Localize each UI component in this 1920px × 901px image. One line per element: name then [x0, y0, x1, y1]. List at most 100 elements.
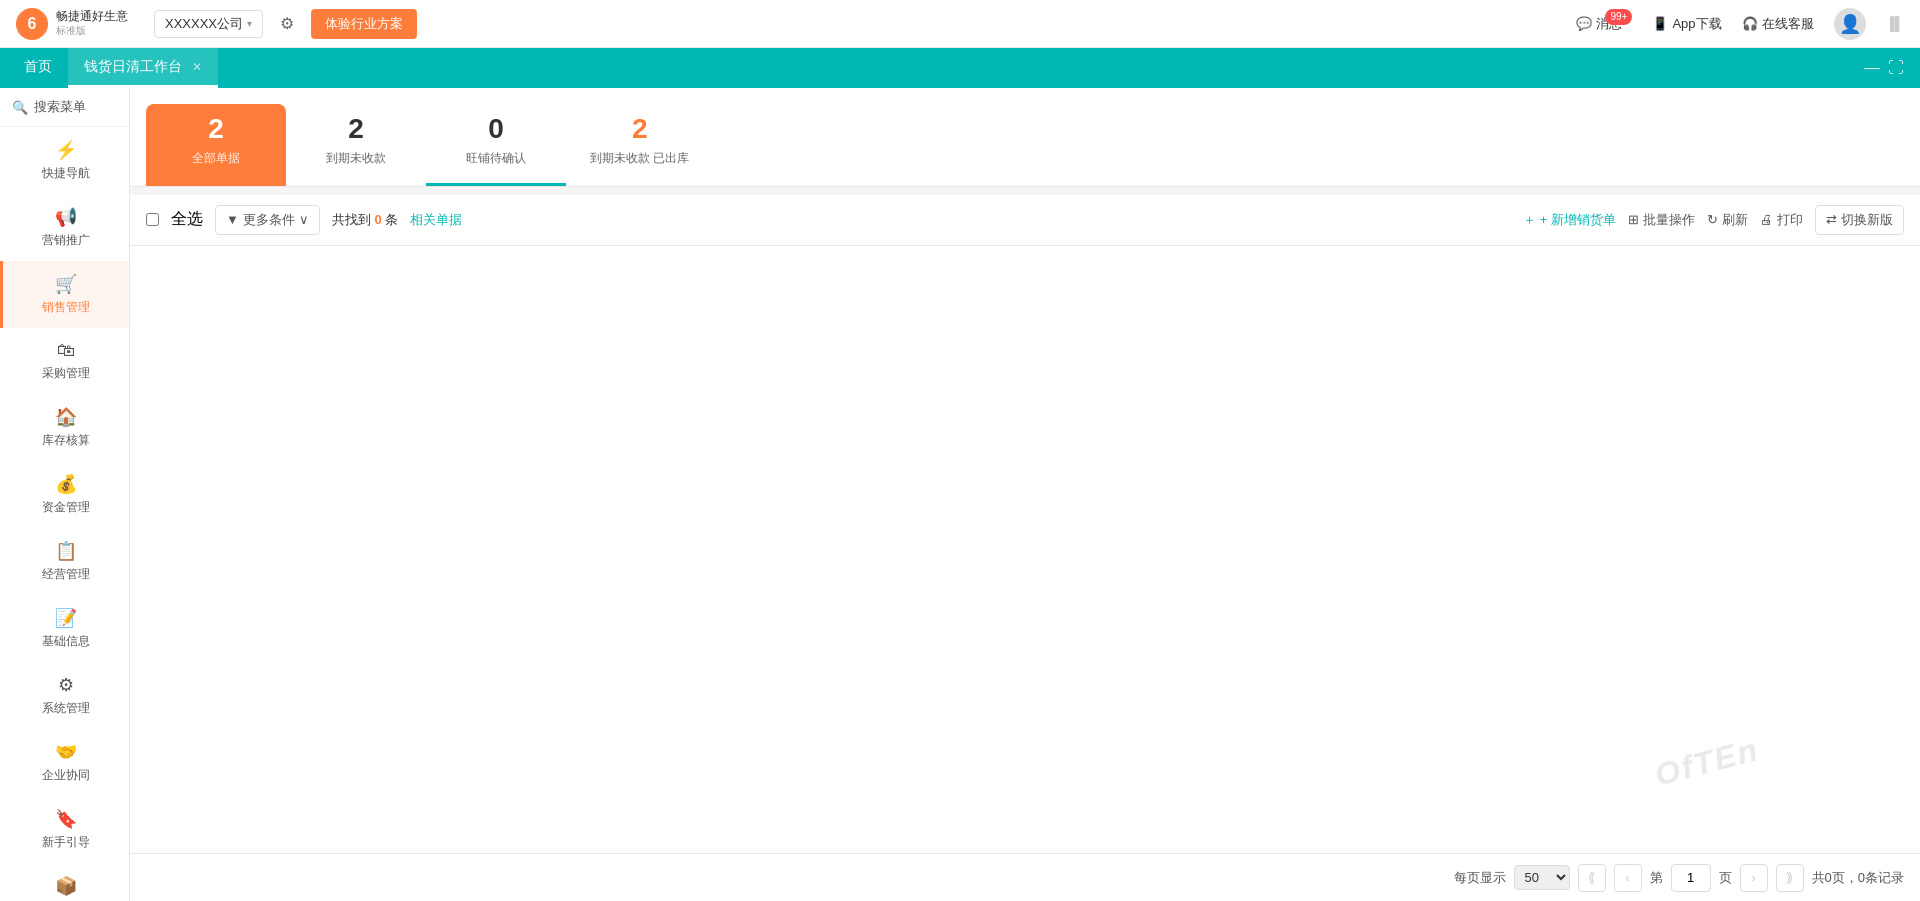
- sidebar-item-basic-info[interactable]: 📝 基础信息: [0, 595, 129, 662]
- trial-button[interactable]: 体验行业方案: [311, 9, 417, 39]
- found-count: 0: [375, 212, 382, 227]
- sidebar-item-purchase[interactable]: 🛍 采购管理: [0, 328, 129, 394]
- last-page-button[interactable]: ⟫: [1776, 864, 1804, 892]
- service-icon: 🎧: [1742, 16, 1758, 31]
- sidebar-item-operation[interactable]: 📋 经营管理: [0, 528, 129, 595]
- card-all[interactable]: 2 全部单据: [146, 104, 286, 186]
- sidebar-item-quick-nav[interactable]: ⚡ 快捷导航: [0, 127, 129, 194]
- per-page-select[interactable]: 50 100 200: [1514, 865, 1570, 890]
- card-overdue-label: 到期未收款: [310, 150, 402, 167]
- tab-home[interactable]: 首页: [8, 48, 68, 88]
- cooperation-icon: 🤝: [55, 741, 77, 763]
- print-button[interactable]: 🖨 打印: [1760, 211, 1803, 229]
- sidebar-item-system[interactable]: ⚙ 系统管理: [0, 662, 129, 729]
- batch-icon: ⊞: [1628, 212, 1639, 227]
- related-link[interactable]: 相关单据: [410, 211, 462, 229]
- card-overdue-shipped-label: 到期未收款 已出库: [590, 150, 689, 167]
- toolbar-right: ＋ + 新增销货单 ⊞ 批量操作 ↻ 刷新 🖨 打印 ⇄ 切换新版: [1523, 205, 1904, 235]
- main-layout: 🔍 搜索菜单 ⚡ 快捷导航 📢 营销推广 🛒 销售管理 🛍 采购管理 🏠 库存核…: [0, 88, 1920, 901]
- card-overdue-shipped-num: 2: [590, 112, 689, 146]
- tab-work[interactable]: 钱货日清工作台 ✕: [68, 48, 218, 88]
- nav-tabs: 首页 钱货日清工作台 ✕ — ⛶: [0, 48, 1920, 88]
- app-center-icon: 📦: [55, 875, 77, 897]
- refresh-icon: ↻: [1707, 212, 1718, 227]
- card-overdue-shipped[interactable]: 2 到期未收款 已出库: [566, 104, 713, 186]
- messages-badge: 99+: [1605, 9, 1632, 25]
- online-service-button[interactable]: 🎧 在线客服: [1742, 15, 1814, 33]
- company-selector[interactable]: XXXXXX公司 ▾: [154, 10, 263, 38]
- guide-icon: 🔖: [55, 808, 77, 830]
- table-area: [130, 246, 1920, 853]
- purchase-icon: 🛍: [57, 340, 75, 361]
- basic-info-icon: 📝: [55, 607, 77, 629]
- chevron-filter-icon: ∨: [299, 212, 309, 227]
- sidebar-item-guide[interactable]: 🔖 新手引导: [0, 796, 129, 863]
- toolbar: 全选 ▼ 更多条件 ∨ 共找到 0 条 相关单据 ＋ + 新增销货单 ⊞ 批量操…: [130, 195, 1920, 246]
- batch-button[interactable]: ⊞ 批量操作: [1628, 211, 1695, 229]
- card-all-label: 全部单据: [170, 150, 262, 167]
- sidebar-item-inventory[interactable]: 🏠 库存核算: [0, 394, 129, 461]
- sidebar-item-app-center[interactable]: 📦 应用中心: [0, 863, 129, 901]
- found-text: 共找到 0 条: [332, 211, 398, 229]
- sidebar-item-cooperation[interactable]: 🤝 企业协同: [0, 729, 129, 796]
- company-name: XXXXXX公司: [165, 15, 243, 33]
- settings-icon[interactable]: ⚙: [271, 8, 303, 40]
- select-all-checkbox[interactable]: [146, 213, 159, 226]
- top-bar: 6 畅捷通好生意 标准版 XXXXXX公司 ▾ ⚙ 体验行业方案 💬 消息 99…: [0, 0, 1920, 48]
- sidebar-item-finance[interactable]: 💰 资金管理: [0, 461, 129, 528]
- top-right-actions: 💬 消息 99+ 📱 App下载 🎧 在线客服 👤 ▐▌: [1576, 8, 1904, 40]
- pagination: 每页显示 50 100 200 ⟪ ‹ 第 页 › ⟫ 共0页，0条记录: [130, 853, 1920, 901]
- minimize-icon[interactable]: —: [1864, 59, 1880, 77]
- summary-cards: 2 全部单据 2 到期未收款 0 旺铺待确认 2 到期未收款 已出库: [130, 88, 1920, 187]
- filter-button[interactable]: ▼ 更多条件 ∨: [215, 205, 320, 235]
- app-download-button[interactable]: 📱 App下载: [1652, 15, 1721, 33]
- switch-version-button[interactable]: ⇄ 切换新版: [1815, 205, 1904, 235]
- sidebar-item-sales[interactable]: 🛒 销售管理: [0, 261, 129, 328]
- sales-icon: 🛒: [55, 273, 77, 295]
- first-page-button[interactable]: ⟪: [1578, 864, 1606, 892]
- page-input[interactable]: [1671, 864, 1711, 892]
- card-overdue-num: 2: [310, 112, 402, 146]
- per-page-label: 每页显示: [1454, 869, 1506, 887]
- refresh-button[interactable]: ↻ 刷新: [1707, 211, 1748, 229]
- messages-button[interactable]: 💬 消息 99+: [1576, 15, 1622, 33]
- user-name: ▐▌: [1886, 16, 1904, 31]
- page-summary: 共0页，0条记录: [1812, 869, 1904, 887]
- card-pending[interactable]: 0 旺铺待确认: [426, 104, 566, 186]
- logo-area: 6 畅捷通好生意 标准版: [16, 8, 146, 40]
- operation-icon: 📋: [55, 540, 77, 562]
- print-icon: 🖨: [1760, 212, 1773, 227]
- message-icon: 💬: [1576, 16, 1592, 31]
- card-all-num: 2: [170, 112, 262, 146]
- card-pending-label: 旺铺待确认: [450, 150, 542, 167]
- page-unit: 页: [1719, 869, 1732, 887]
- download-icon: 📱: [1652, 16, 1668, 31]
- add-icon: ＋: [1523, 211, 1536, 229]
- finance-icon: 💰: [55, 473, 77, 495]
- avatar[interactable]: 👤: [1834, 8, 1866, 40]
- system-icon: ⚙: [58, 674, 74, 696]
- marketing-icon: 📢: [55, 206, 77, 228]
- tab-actions: — ⛶: [1856, 48, 1912, 88]
- chevron-down-icon: ▾: [247, 18, 252, 29]
- expand-icon[interactable]: ⛶: [1888, 59, 1904, 77]
- page-label: 第: [1650, 869, 1663, 887]
- logo-sub: 标准版: [56, 24, 128, 38]
- quick-nav-icon: ⚡: [55, 139, 77, 161]
- logo-icon: 6: [16, 8, 48, 40]
- close-tab-icon[interactable]: ✕: [192, 60, 202, 74]
- select-all-label: 全选: [171, 209, 203, 230]
- sidebar-item-marketing[interactable]: 📢 营销推广: [0, 194, 129, 261]
- add-order-button[interactable]: ＋ + 新增销货单: [1523, 211, 1616, 229]
- card-pending-num: 0: [450, 112, 542, 146]
- sidebar: 🔍 搜索菜单 ⚡ 快捷导航 📢 营销推广 🛒 销售管理 🛍 采购管理 🏠 库存核…: [0, 88, 130, 901]
- card-overdue[interactable]: 2 到期未收款: [286, 104, 426, 186]
- search-menu-item[interactable]: 🔍 搜索菜单: [0, 88, 129, 127]
- next-page-button[interactable]: ›: [1740, 864, 1768, 892]
- filter-icon: ▼: [226, 212, 239, 227]
- prev-page-button[interactable]: ‹: [1614, 864, 1642, 892]
- search-icon: 🔍: [12, 100, 28, 115]
- inventory-icon: 🏠: [55, 406, 77, 428]
- logo-text: 畅捷通好生意: [56, 9, 128, 25]
- switch-icon: ⇄: [1826, 212, 1837, 227]
